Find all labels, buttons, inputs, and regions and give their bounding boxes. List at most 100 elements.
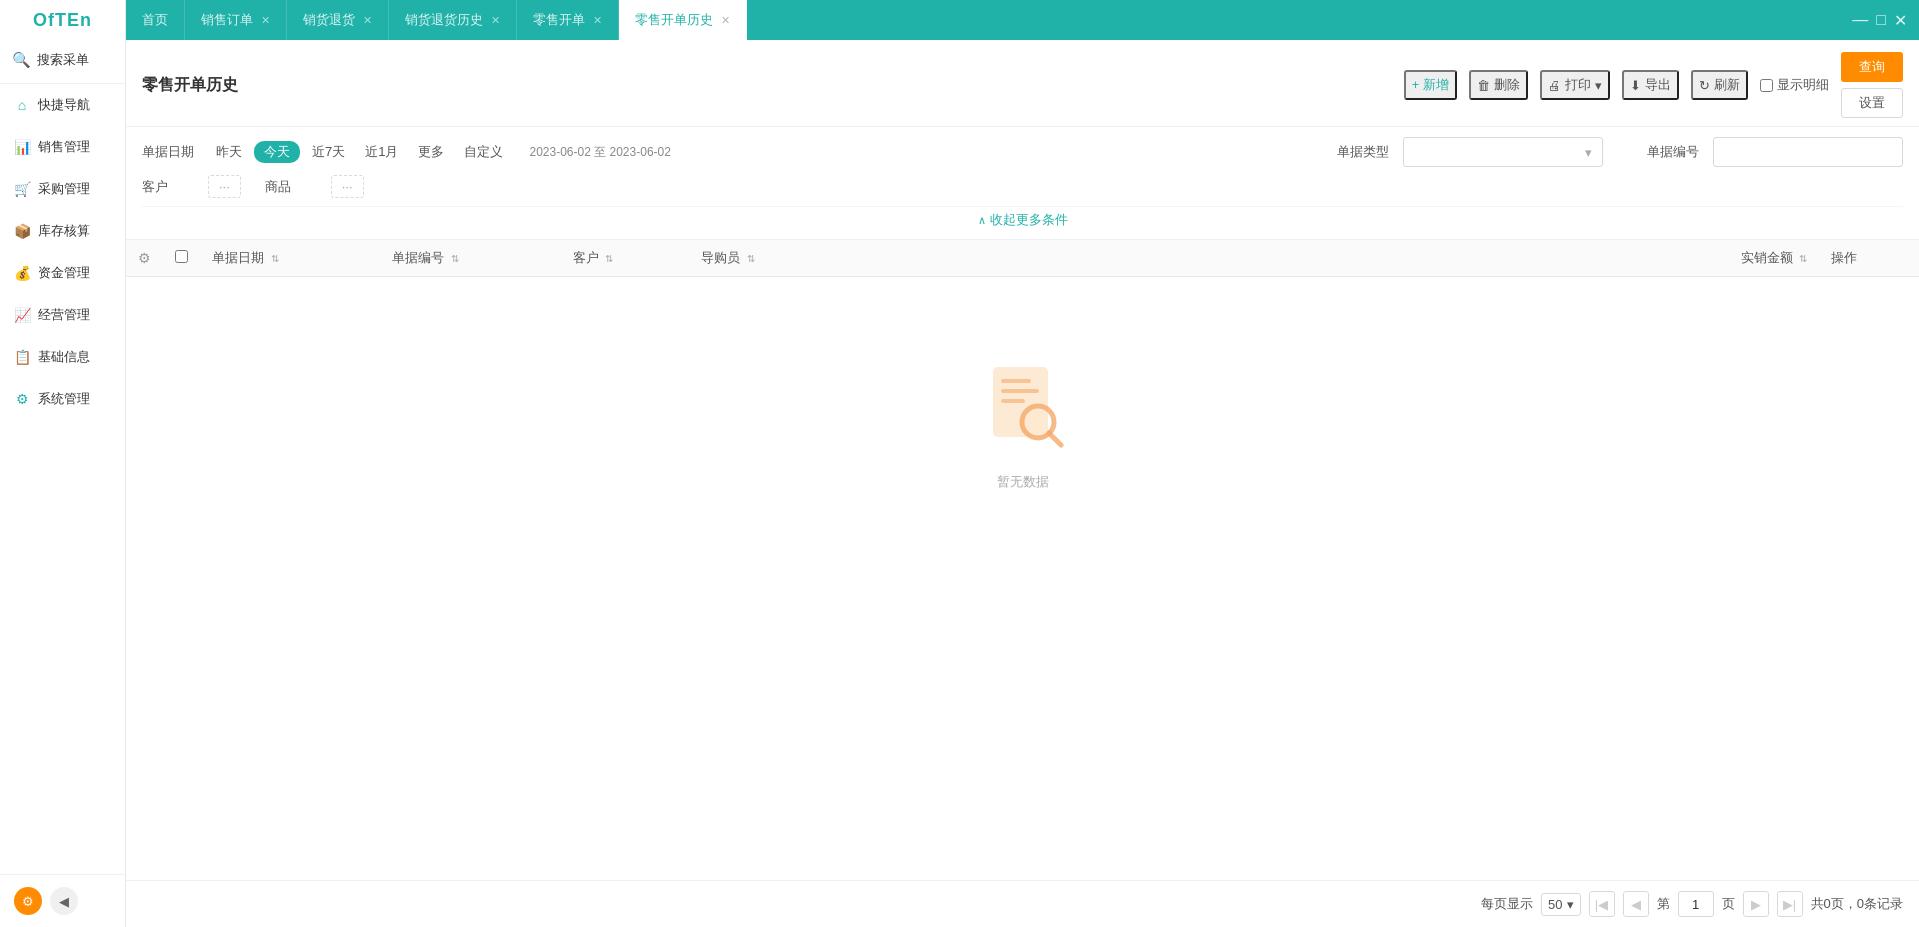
doc-no-sort-icon[interactable]: ⇅ <box>451 253 459 264</box>
actual-amount-col-header: 实销金额 ⇅ <box>1639 240 1819 277</box>
customer-sort-icon[interactable]: ⇅ <box>605 253 613 264</box>
pagination-bar: 每页显示 50 ▾ |◀ ◀ 第 1 页 ▶ ▶| 共0页，0条记录 <box>126 880 1919 927</box>
select-all-checkbox[interactable] <box>175 250 188 263</box>
date-options: 昨天今天近7天近1月更多自定义 <box>208 141 511 163</box>
tab-bar-right: — □ ✕ <box>1840 0 1919 40</box>
page-number-input[interactable]: 1 <box>1678 891 1714 917</box>
tab-sales-order[interactable]: 销售订单 ✕ <box>185 0 287 40</box>
tab-sales-return[interactable]: 销货退货✕ <box>287 0 389 40</box>
last-page-btn[interactable]: ▶| <box>1777 891 1803 917</box>
first-page-btn[interactable]: |◀ <box>1589 891 1615 917</box>
tab-close-retail-open-history-icon[interactable]: ✕ <box>721 14 730 27</box>
amount-sort-icon[interactable]: ⇅ <box>1799 253 1807 264</box>
page-size-label: 每页显示 <box>1481 895 1533 913</box>
tab-sales-order-label: 销售订单 <box>201 11 253 29</box>
tab-sales-return-history[interactable]: 销货退货历史 ✕ <box>389 0 517 40</box>
date-filter-label: 单据日期 <box>142 143 196 161</box>
sidebar-search-label: 搜索采单 <box>37 51 89 69</box>
customer-label: 客户 <box>142 178 196 196</box>
purchase-mgmt-label: 采购管理 <box>38 180 90 198</box>
empty-icon <box>973 357 1073 457</box>
maximize-icon[interactable]: □ <box>1876 11 1886 29</box>
page-size-select[interactable]: 50 ▾ <box>1541 893 1580 916</box>
sidebar-bottom: ⚙ ◀ <box>0 874 125 927</box>
svg-rect-3 <box>1001 399 1025 403</box>
tabs-container: 首页销售订单✕销货退货✕销货退货历史✕零售开单✕零售开单历史✕ <box>126 0 747 40</box>
tab-close-retail-open-icon[interactable]: ✕ <box>593 14 602 27</box>
prev-page-btn[interactable]: ◀ <box>1623 891 1649 917</box>
filter-row-customer: 客户 ··· 商品 ··· <box>142 175 1903 198</box>
quick-nav-label: 快捷导航 <box>38 96 90 114</box>
refresh-icon: ↻ <box>1699 78 1710 93</box>
content-area: 零售开单历史 + 新增 🗑 删除 🖨 打印 ▾ ⬇ 导出 ↻ <box>126 40 1919 927</box>
column-config-icon[interactable]: ⚙ <box>138 250 151 266</box>
minimize-icon[interactable]: — <box>1852 11 1868 29</box>
doc-date-sort-icon[interactable]: ⇅ <box>271 253 279 264</box>
svg-line-6 <box>1049 433 1061 445</box>
doc-no-input[interactable] <box>1713 137 1903 167</box>
export-button[interactable]: ⬇ 导出 <box>1622 70 1679 100</box>
goods-select-btn[interactable]: ··· <box>331 175 364 198</box>
doc-type-arrow-icon: ▾ <box>1585 145 1592 160</box>
doc-type-label: 单据类型 <box>1337 143 1391 161</box>
tab-close-sales-order-icon[interactable]: ✕ <box>261 14 270 27</box>
settings-button[interactable]: ⚙ <box>14 887 42 915</box>
sidebar-item-sales-mgmt[interactable]: 📊 销售管理 <box>0 126 125 168</box>
sidebar-item-system[interactable]: ⚙ 系统管理 <box>0 378 125 420</box>
tab-close-sales-return-history-icon[interactable]: ✕ <box>491 14 500 27</box>
collapse-filter-btn[interactable]: ∧ 收起更多条件 <box>142 206 1903 233</box>
query-button[interactable]: 查询 <box>1841 52 1903 82</box>
tab-retail-open-history[interactable]: 零售开单历史 ✕ <box>619 0 747 40</box>
show-detail-checkbox[interactable] <box>1760 79 1773 92</box>
tab-sales-return-history-label: 销货退货历史 <box>405 11 483 29</box>
date-opt-1[interactable]: 今天 <box>254 141 300 163</box>
basic-info-icon: 📋 <box>14 349 30 365</box>
sidebar-item-finance[interactable]: 💰 资金管理 <box>0 252 125 294</box>
sidebar-item-basic-info[interactable]: 📋 基础信息 <box>0 336 125 378</box>
delete-button[interactable]: 🗑 删除 <box>1469 70 1528 100</box>
close-window-icon[interactable]: ✕ <box>1894 11 1907 30</box>
date-opt-5[interactable]: 自定义 <box>456 141 511 163</box>
svg-rect-2 <box>1001 389 1039 393</box>
main-area: 首页销售订单✕销货退货✕销货退货历史✕零售开单✕零售开单历史✕ — □ ✕ 零售… <box>126 0 1919 927</box>
sidebar-nav: ⌂ 快捷导航 📊 销售管理 🛒 采购管理 📦 库存核算 💰 资金管理 📈 经营管… <box>0 84 125 420</box>
sidebar-item-inventory[interactable]: 📦 库存核算 <box>0 210 125 252</box>
add-button[interactable]: + 新增 <box>1404 70 1457 100</box>
collapse-sidebar-button[interactable]: ◀ <box>50 887 78 915</box>
goods-label: 商品 <box>265 178 319 196</box>
inventory-label: 库存核算 <box>38 222 90 240</box>
finance-label: 资金管理 <box>38 264 90 282</box>
empty-text: 暂无数据 <box>997 473 1049 491</box>
sidebar-item-quick-nav[interactable]: ⌂ 快捷导航 <box>0 84 125 126</box>
operation-col-header: 操作 <box>1819 240 1919 277</box>
sidebar-item-purchase-mgmt[interactable]: 🛒 采购管理 <box>0 168 125 210</box>
settings-btn[interactable]: 设置 <box>1841 88 1903 118</box>
sidebar-search[interactable]: 🔍 搜索采单 <box>0 37 125 84</box>
doc-type-select[interactable]: ▾ <box>1403 137 1603 167</box>
date-opt-2[interactable]: 近7天 <box>304 141 353 163</box>
svg-point-5 <box>1028 412 1048 432</box>
date-opt-0[interactable]: 昨天 <box>208 141 250 163</box>
chevron-up-icon: ∧ <box>978 214 986 227</box>
customer-select-btn[interactable]: ··· <box>208 175 241 198</box>
next-page-btn[interactable]: ▶ <box>1743 891 1769 917</box>
page-size-arrow-icon: ▾ <box>1567 897 1574 912</box>
sidebar-item-operations[interactable]: 📈 经营管理 <box>0 294 125 336</box>
data-table: ⚙ 单据日期 ⇅ 单据编号 ⇅ <box>126 240 1919 277</box>
show-detail-label: 显示明细 <box>1760 76 1829 94</box>
refresh-button[interactable]: ↻ 刷新 <box>1691 70 1748 100</box>
total-info: 共0页，0条记录 <box>1811 895 1903 913</box>
tab-retail-open-history-label: 零售开单历史 <box>635 11 713 29</box>
tab-home[interactable]: 首页 <box>126 0 185 40</box>
page-suffix-label: 页 <box>1722 895 1735 913</box>
date-opt-3[interactable]: 近1月 <box>357 141 406 163</box>
filter-area: 单据日期 昨天今天近7天近1月更多自定义 2023-06-02 至 2023-0… <box>126 127 1919 240</box>
date-opt-4[interactable]: 更多 <box>410 141 452 163</box>
guide-sort-icon[interactable]: ⇅ <box>747 253 755 264</box>
table-wrap: ⚙ 单据日期 ⇅ 单据编号 ⇅ <box>126 240 1919 880</box>
basic-info-label: 基础信息 <box>38 348 90 366</box>
tab-close-sales-return-icon[interactable]: ✕ <box>363 14 372 27</box>
print-button[interactable]: 🖨 打印 ▾ <box>1540 70 1610 100</box>
checkbox-col-header <box>163 240 200 277</box>
tab-retail-open[interactable]: 零售开单✕ <box>517 0 619 40</box>
